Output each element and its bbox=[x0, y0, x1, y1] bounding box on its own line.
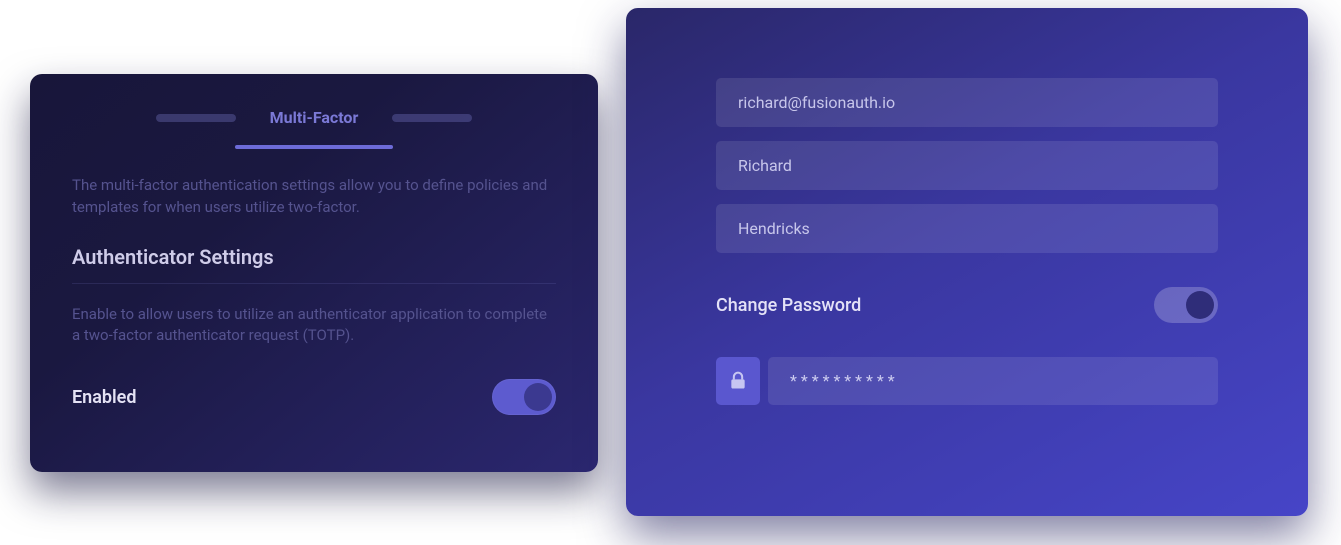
tab-placeholder-right[interactable] bbox=[392, 114, 472, 122]
enabled-label: Enabled bbox=[72, 387, 137, 408]
toggle-knob bbox=[524, 383, 552, 411]
tabs-row: Multi-Factor bbox=[72, 108, 556, 127]
section-divider bbox=[72, 283, 556, 284]
tab-active-underline bbox=[235, 145, 393, 149]
authenticator-description: Enable to allow users to utilize an auth… bbox=[72, 304, 556, 348]
last-name-field[interactable]: Hendricks bbox=[716, 204, 1218, 253]
password-field[interactable]: * * * * * * * * * * bbox=[768, 357, 1218, 405]
password-mask: * * * * * * * * * * bbox=[790, 373, 895, 389]
mfa-description: The multi-factor authentication settings… bbox=[72, 175, 556, 219]
lock-icon bbox=[728, 370, 748, 392]
enabled-row: Enabled bbox=[72, 379, 556, 415]
authenticator-settings-heading: Authenticator Settings bbox=[72, 245, 556, 269]
email-field[interactable]: richard@fusionauth.io bbox=[716, 78, 1218, 127]
enabled-toggle[interactable] bbox=[492, 379, 556, 415]
user-profile-card: richard@fusionauth.io Richard Hendricks … bbox=[626, 8, 1308, 516]
change-password-row: Change Password bbox=[716, 287, 1218, 323]
tab-multi-factor[interactable]: Multi-Factor bbox=[246, 108, 383, 127]
password-row: * * * * * * * * * * bbox=[716, 357, 1218, 405]
lock-icon-box bbox=[716, 357, 760, 405]
toggle-knob bbox=[1186, 291, 1214, 319]
change-password-label: Change Password bbox=[716, 295, 861, 316]
first-name-field[interactable]: Richard bbox=[716, 141, 1218, 190]
change-password-toggle[interactable] bbox=[1154, 287, 1218, 323]
tab-placeholder-left[interactable] bbox=[156, 114, 236, 122]
mfa-settings-card: Multi-Factor The multi-factor authentica… bbox=[30, 74, 598, 472]
